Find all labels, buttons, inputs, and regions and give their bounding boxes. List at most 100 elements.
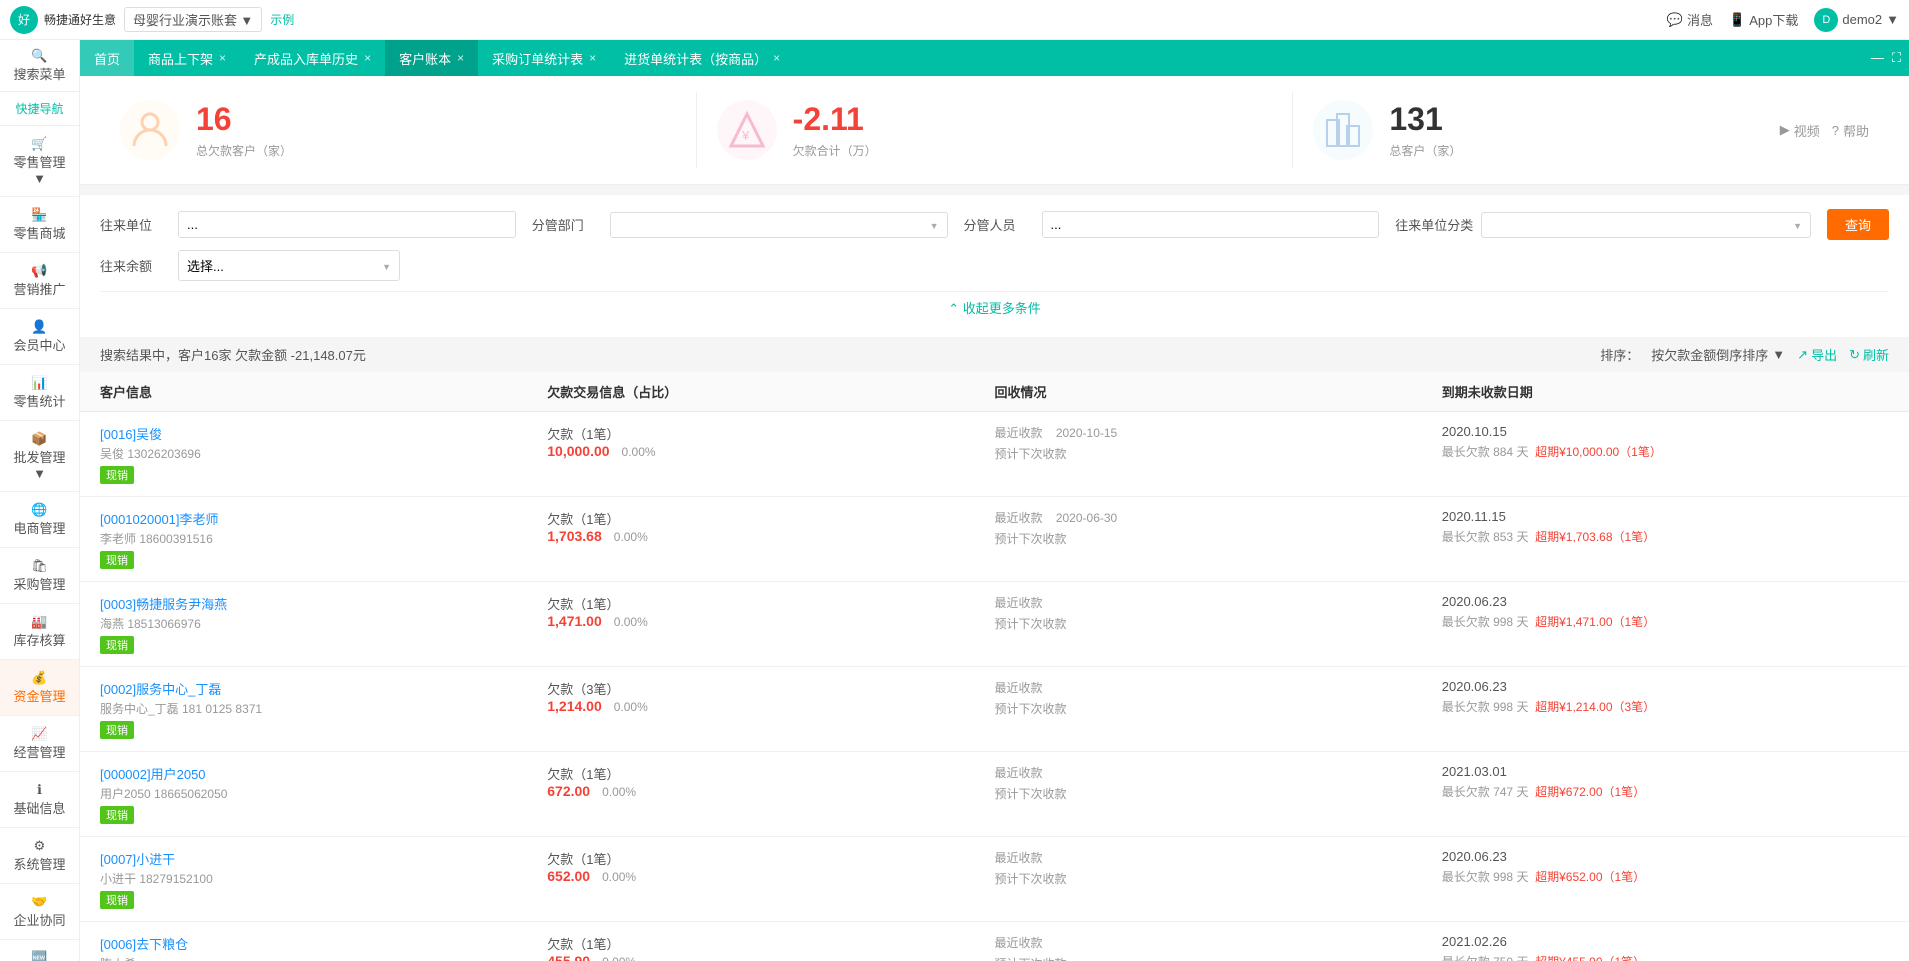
overdue-link[interactable]: 超期¥455.90（1笔）: [1535, 955, 1645, 961]
overdue-link[interactable]: 超期¥1,214.00（3笔）: [1535, 700, 1655, 714]
tab-home[interactable]: 首页: [80, 40, 134, 76]
stat-icon-owe: ¥: [717, 100, 777, 160]
info-icon: ℹ: [4, 782, 75, 798]
customer-name[interactable]: [0006]去下粮仓: [100, 934, 547, 953]
refresh-button[interactable]: ↻ 刷新: [1849, 345, 1889, 364]
tab-close-5[interactable]: ×: [773, 51, 780, 65]
logo-area: 好 畅捷通好生意: [10, 6, 116, 34]
sidebar-item-basic-info[interactable]: ℹ 基础信息: [0, 772, 79, 828]
overdue-date: 2020.06.23: [1442, 849, 1889, 864]
table-row: [0006]去下粮仓 陈小希 现销 欠款（1笔） 455.90 0.00% 最近…: [80, 922, 1909, 961]
sort-chevron-icon: ▼: [1772, 347, 1785, 362]
sidebar-item-operations[interactable]: 📈 经营管理: [0, 716, 79, 772]
tab-close-1[interactable]: ×: [219, 51, 226, 65]
help-action[interactable]: ? 帮助: [1832, 121, 1869, 140]
tab-maximize-icon[interactable]: ⛶: [1892, 50, 1901, 66]
owe-amount-row: 652.00 0.00%: [547, 868, 994, 884]
overdue-date: 2020.10.15: [1442, 424, 1889, 439]
customer-name[interactable]: [0002]服务中心_丁磊: [100, 679, 547, 698]
overdue-link[interactable]: 超期¥1,703.68（1笔）: [1535, 530, 1655, 544]
guide-icon: 🆕: [4, 950, 75, 961]
table-row: [0001020001]李老师 李老师 18600391516 现销 欠款（1笔…: [80, 497, 1909, 582]
message-icon: 💬: [1667, 12, 1683, 28]
expand2-icon: ▼: [4, 466, 75, 481]
sidebar-quick-nav[interactable]: 快捷导航: [0, 92, 79, 126]
sidebar-item-inventory[interactable]: 🏭 库存核算: [0, 604, 79, 660]
tab-close-4[interactable]: ×: [589, 51, 596, 65]
sidebar-item-enterprise[interactable]: 🤝 企业协同: [0, 884, 79, 940]
tab-product-inbound[interactable]: 产成品入库单历史 ×: [240, 40, 385, 76]
source-unit-input[interactable]: ...: [178, 211, 516, 238]
sidebar-item-purchase[interactable]: 🛍 采购管理: [0, 548, 79, 604]
filter-label-category: 往来单位分类: [1395, 215, 1473, 234]
top-bar-right: 💬 消息 📱 App下载 D demo2 ▼: [1667, 8, 1899, 32]
search-button[interactable]: 查询: [1827, 209, 1889, 240]
sort-select[interactable]: 按欠款金额倒序排序 ▼: [1651, 345, 1785, 364]
export-button[interactable]: ↗ 导出: [1797, 345, 1837, 364]
owe-amount: 1,703.68: [547, 528, 602, 544]
overdue-days: 最长欠款 998 天 超期¥1,471.00（1笔）: [1442, 613, 1889, 630]
overdue-link[interactable]: 超期¥1,471.00（1笔）: [1535, 615, 1655, 629]
message-button[interactable]: 💬 消息: [1667, 10, 1713, 29]
video-action[interactable]: ▶ 视频: [1780, 121, 1820, 140]
overdue-cell: 2020.10.15 最长欠款 884 天 超期¥10,000.00（1笔）: [1442, 424, 1889, 460]
table-header: 客户信息 欠款交易信息（占比） 回收情况 到期未收款日期: [80, 372, 1909, 412]
sidebar-item-ecommerce[interactable]: 🌐 电商管理: [0, 492, 79, 548]
table-row: [0002]服务中心_丁磊 服务中心_丁磊 181 0125 8371 现销 欠…: [80, 667, 1909, 752]
sidebar-item-guide[interactable]: 🆕 新手引导: [0, 940, 79, 961]
tab-product-listing[interactable]: 商品上下架 ×: [134, 40, 240, 76]
tab-close-3[interactable]: ×: [457, 51, 464, 65]
sidebar-item-marketing[interactable]: 📢 营销推广: [0, 253, 79, 309]
tab-purchase-stats[interactable]: 采购订单统计表 ×: [478, 40, 610, 76]
filter-manager: 分管人员 ...: [964, 211, 1380, 238]
user-avatar-button[interactable]: D demo2 ▼: [1814, 8, 1899, 32]
video-icon: ▶: [1780, 122, 1790, 138]
return-latest-label: 最近收款: [995, 679, 1442, 696]
owe-amount: 1,214.00: [547, 698, 602, 714]
owe-amount-row: 1,471.00 0.00%: [547, 613, 994, 629]
owe-amount-row: 455.90 0.00%: [547, 953, 994, 961]
sidebar-item-retail-stats[interactable]: 📊 零售统计: [0, 365, 79, 421]
category-select[interactable]: [1481, 212, 1811, 238]
member-icon: 👤: [4, 319, 75, 335]
customer-name[interactable]: [0001020001]李老师: [100, 509, 547, 528]
customer-name[interactable]: [000002]用户2050: [100, 764, 547, 783]
customer-contact: 吴俊 13026203696: [100, 445, 547, 462]
overdue-link[interactable]: 超期¥672.00（1笔）: [1535, 785, 1645, 799]
overdue-link[interactable]: 超期¥10,000.00（1笔）: [1535, 445, 1662, 459]
sidebar-item-retail-mall[interactable]: 🏪 零售商城: [0, 197, 79, 253]
table-row: [0003]畅捷服务尹海燕 海燕 18513066976 现销 欠款（1笔） 1…: [80, 582, 1909, 667]
dept-select[interactable]: [610, 212, 948, 238]
balance-select[interactable]: 选择...: [178, 250, 400, 281]
manager-input[interactable]: ...: [1042, 211, 1380, 238]
sidebar-item-system[interactable]: ⚙ 系统管理: [0, 828, 79, 884]
sidebar-item-wholesale[interactable]: 📦 批发管理 ▼: [0, 421, 79, 492]
app-download-button[interactable]: 📱 App下载: [1729, 10, 1798, 29]
customer-contact: 服务中心_丁磊 181 0125 8371: [100, 700, 547, 717]
owe-cell: 欠款（1笔） 672.00 0.00%: [547, 764, 994, 799]
customer-name[interactable]: [0016]吴俊: [100, 424, 547, 443]
sidebar-item-finance[interactable]: 💰 资金管理: [0, 660, 79, 716]
app-name: 畅捷通好生意: [44, 11, 116, 28]
category-chevron-icon: [1793, 218, 1802, 232]
stats-icon: 📊: [4, 375, 75, 391]
sidebar-search[interactable]: 🔍 搜索菜单: [0, 40, 79, 92]
demo-link[interactable]: 示例: [270, 11, 294, 28]
customer-name[interactable]: [0003]畅捷服务尹海燕: [100, 594, 547, 613]
owe-count: 欠款（1笔）: [547, 849, 994, 868]
tab-inbound-stats[interactable]: 进货单统计表（按商品） ×: [610, 40, 794, 76]
tab-minimize-icon[interactable]: —: [1871, 50, 1884, 66]
sidebar-item-retail-mgmt[interactable]: 🛒 零售管理 ▼: [0, 126, 79, 197]
customer-cell: [0006]去下粮仓 陈小希 现销: [100, 934, 547, 961]
company-select[interactable]: 母婴行业演示账套 ▼: [124, 7, 262, 32]
filter-more[interactable]: ⌃ 收起更多条件: [100, 291, 1889, 323]
tab-close-2[interactable]: ×: [364, 51, 371, 65]
overdue-link[interactable]: 超期¥652.00（1笔）: [1535, 870, 1645, 884]
customer-name[interactable]: [0007]小进干: [100, 849, 547, 868]
sidebar-item-members[interactable]: 👤 会员中心: [0, 309, 79, 365]
avatar: D: [1814, 8, 1838, 32]
tab-customer-ledger[interactable]: 客户账本 ×: [385, 40, 478, 76]
owe-count: 欠款（1笔）: [547, 934, 994, 953]
ops-icon: 📈: [4, 726, 75, 742]
overdue-days: 最长欠款 853 天 超期¥1,703.68（1笔）: [1442, 528, 1889, 545]
